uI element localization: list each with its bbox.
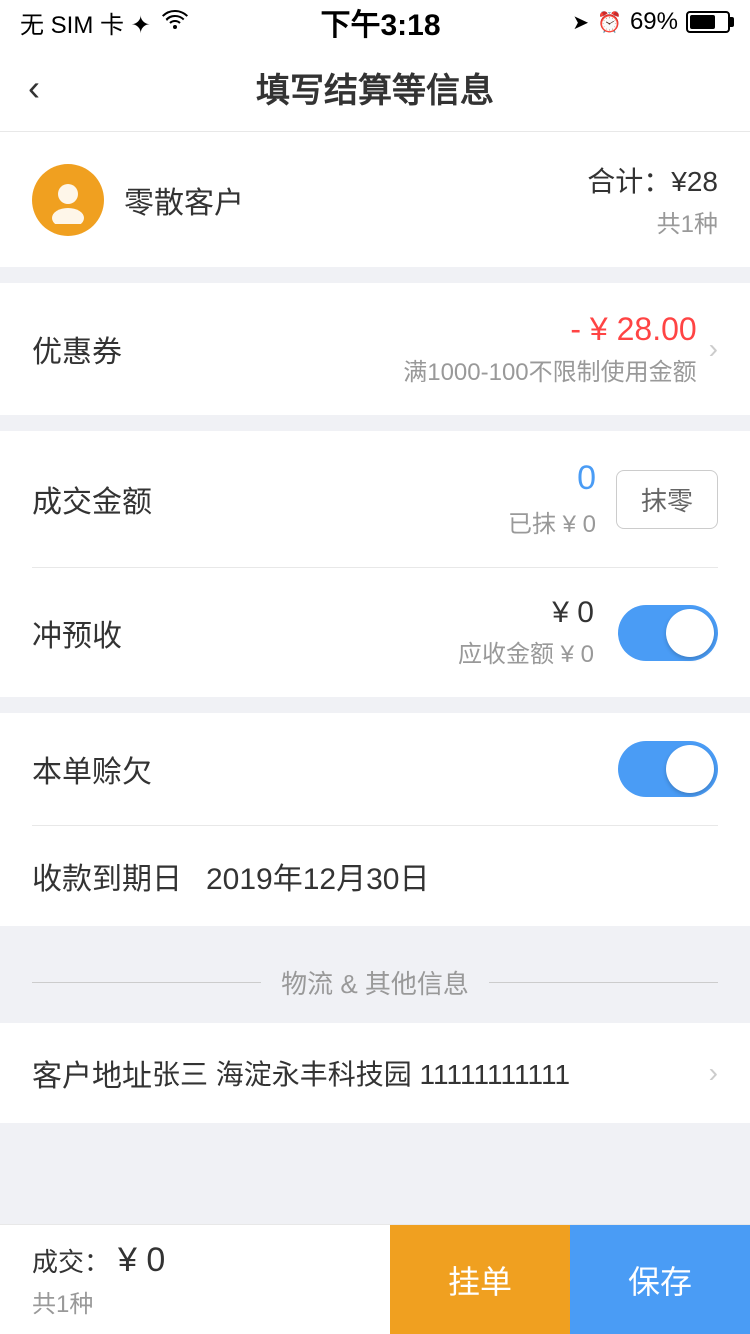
duedate-row: 收款到期日 2019年12月30日: [0, 826, 750, 926]
customer-left: 零散客户: [32, 164, 244, 236]
bottom-count: 共1种: [32, 1284, 358, 1319]
sim-label: 无 SIM 卡 ✦: [20, 5, 151, 40]
coupon-label: 优惠券: [32, 327, 122, 371]
address-chevron-icon: ›: [709, 1057, 718, 1089]
bottom-label: 成交：: [32, 1242, 110, 1279]
status-bar: 无 SIM 卡 ✦ 下午3:18 ➤ ⏰ 69%: [0, 0, 750, 44]
duedate-value[interactable]: 2019年12月30日: [206, 854, 429, 898]
bottom-amount: ¥ 0: [118, 1241, 165, 1280]
pending-button[interactable]: 挂单: [390, 1225, 570, 1334]
transaction-right: 0 已抹 ¥ 0 抹零: [508, 459, 718, 539]
debt-card: 本单赊欠 收款到期日 2019年12月30日: [0, 713, 750, 926]
location-icon: ➤: [572, 10, 589, 35]
battery-icon: [686, 11, 730, 33]
address-value: 张三 海淀永丰科技园 11111111111: [152, 1053, 709, 1093]
coupon-row[interactable]: 优惠券 - ¥ 28.00 满1000-100不限制使用金额 ›: [0, 283, 750, 415]
transaction-sub: 已抹 ¥ 0: [508, 504, 596, 539]
save-button[interactable]: 保存: [570, 1225, 750, 1334]
content: 零散客户 合计：¥28 共1种 优惠券 - ¥ 28.00 满1000-100不…: [0, 132, 750, 1259]
status-time: 下午3:18: [321, 0, 441, 44]
logistics-line-left: [32, 982, 261, 983]
bottom-bar: 成交： ¥ 0 共1种 挂单 保存: [0, 1224, 750, 1334]
back-button[interactable]: ‹: [28, 67, 40, 109]
transaction-card: 成交金额 0 已抹 ¥ 0 抹零 冲预收 ¥ 0: [0, 431, 750, 697]
bottom-summary-line: 成交： ¥ 0: [32, 1241, 358, 1280]
page-title: 填写结算等信息: [256, 63, 494, 112]
customer-row: 零散客户 合计：¥28 共1种: [0, 132, 750, 267]
total-count: 共1种: [587, 204, 718, 239]
precharge-sub: 应收金额 ¥ 0: [458, 634, 594, 669]
customer-name: 零散客户: [124, 178, 244, 222]
alarm-icon: ⏰: [597, 10, 622, 35]
status-left: 无 SIM 卡 ✦: [20, 5, 189, 40]
logistics-section: 物流 & 其他信息: [0, 942, 750, 1023]
bottom-summary: 成交： ¥ 0 共1种: [0, 1241, 390, 1319]
wifi-icon: [161, 9, 189, 35]
precharge-toggle[interactable]: [618, 605, 718, 661]
logistics-line-right: [489, 982, 718, 983]
address-label: 客户地址: [32, 1051, 152, 1095]
transaction-section: 成交金额 0 已抹 ¥ 0 抹零 冲预收 ¥ 0: [0, 431, 750, 697]
avatar: [32, 164, 104, 236]
debt-row: 本单赊欠: [0, 713, 750, 825]
debt-label: 本单赊欠: [32, 747, 152, 791]
coupon-card: 优惠券 - ¥ 28.00 满1000-100不限制使用金额 ›: [0, 283, 750, 415]
nav-bar: ‹ 填写结算等信息: [0, 44, 750, 132]
status-right: ➤ ⏰ 69%: [572, 8, 730, 36]
debt-toggle-knob: [666, 745, 714, 793]
coupon-value-block: - ¥ 28.00 满1000-100不限制使用金额: [403, 311, 696, 387]
coupon-amount: - ¥ 28.00: [403, 311, 696, 348]
customer-right: 合计：¥28 共1种: [587, 160, 718, 239]
debt-toggle[interactable]: [618, 741, 718, 797]
battery-label: 69%: [630, 8, 678, 36]
toggle-knob: [666, 609, 714, 657]
precharge-amount: ¥ 0: [458, 596, 594, 630]
transaction-amount[interactable]: 0: [577, 459, 596, 497]
coupon-right: - ¥ 28.00 满1000-100不限制使用金额 ›: [403, 311, 718, 387]
transaction-label: 成交金额: [32, 477, 152, 521]
precharge-value-block: ¥ 0 应收金额 ¥ 0: [458, 596, 594, 669]
precharge-right: ¥ 0 应收金额 ¥ 0: [458, 596, 718, 669]
round-zero-button[interactable]: 抹零: [616, 470, 718, 529]
coupon-desc: 满1000-100不限制使用金额: [403, 352, 696, 387]
precharge-row: 冲预收 ¥ 0 应收金额 ¥ 0: [32, 567, 718, 697]
precharge-label: 冲预收: [32, 611, 122, 655]
logistics-label: 物流 & 其他信息: [281, 964, 469, 1001]
address-row[interactable]: 客户地址 张三 海淀永丰科技园 11111111111 ›: [0, 1023, 750, 1123]
transaction-row: 成交金额 0 已抹 ¥ 0 抹零: [32, 431, 718, 567]
total-label: 合计：¥28: [587, 160, 718, 200]
customer-card: 零散客户 合计：¥28 共1种: [0, 132, 750, 267]
address-card: 客户地址 张三 海淀永丰科技园 11111111111 ›: [0, 1023, 750, 1123]
transaction-value-block: 0 已抹 ¥ 0: [508, 459, 596, 539]
chevron-right-icon: ›: [709, 333, 718, 365]
duedate-label: 收款到期日: [32, 854, 182, 898]
